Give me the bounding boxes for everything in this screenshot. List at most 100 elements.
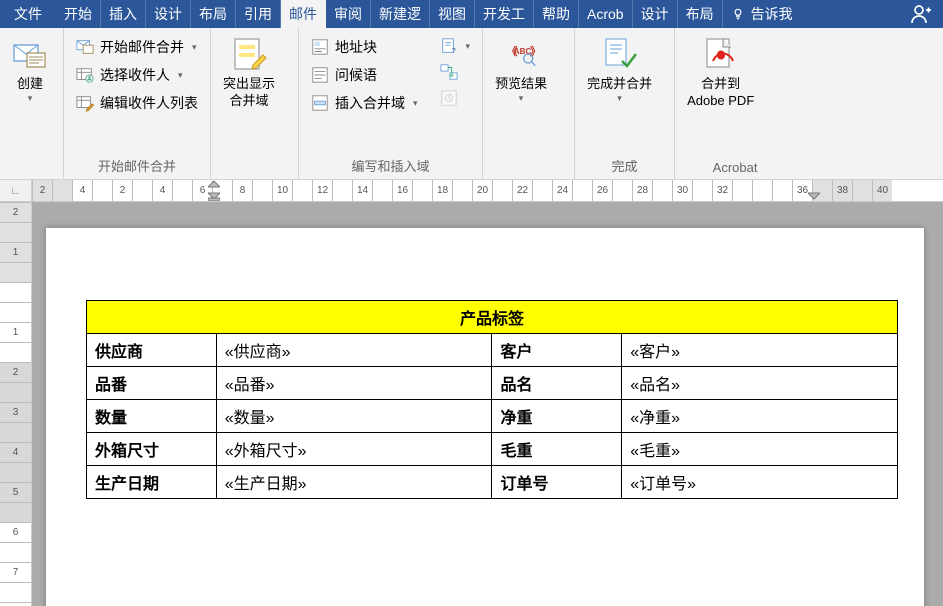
ruler-tick	[752, 180, 772, 201]
tab-developer[interactable]: 开发工	[475, 0, 534, 28]
tab-review[interactable]: 审阅	[326, 0, 371, 28]
horizontal-ruler[interactable]: 242468101214161820222426283032363840	[32, 180, 943, 202]
row-merge-field-left[interactable]: «生产日期»	[216, 466, 492, 499]
group-write-label: 编写和插入域	[305, 153, 476, 179]
page[interactable]: 产品标签 供应商«供应商»客户«客户»品番«品番»品名«品名»数量«数量»净重«…	[46, 228, 924, 606]
select-recipients-button[interactable]: 选择收件人 ▾	[72, 62, 202, 88]
highlight-merge-fields-button[interactable]: 突出显示 合并域	[217, 32, 281, 114]
tab-view[interactable]: 视图	[430, 0, 475, 28]
ruler-tick	[372, 180, 392, 201]
ruler-tick	[852, 180, 872, 201]
vertical-ruler[interactable]: 21123456789	[0, 202, 32, 606]
address-block-button[interactable]: 地址块	[307, 34, 422, 60]
caret-icon: ▾	[466, 41, 471, 52]
greeting-icon	[311, 66, 329, 84]
tab-table-design[interactable]: 设计	[633, 0, 678, 28]
create-button[interactable]: 创建 ▾	[6, 32, 54, 109]
tab-design[interactable]: 设计	[146, 0, 191, 28]
row-merge-field-left[interactable]: «外箱尺寸»	[216, 433, 492, 466]
ruler-tick	[0, 462, 31, 482]
spacer	[801, 0, 909, 28]
tab-help[interactable]: 帮助	[534, 0, 579, 28]
edit-recipients-label: 编辑收件人列表	[100, 93, 198, 113]
tab-table-layout[interactable]: 布局	[678, 0, 723, 28]
update-labels-button[interactable]	[436, 86, 475, 110]
match-fields-button[interactable]	[436, 60, 475, 84]
ruler-tick	[492, 180, 512, 201]
ruler-tick	[412, 180, 432, 201]
envelope-icon	[12, 36, 48, 72]
ruler-tick: 8	[0, 602, 31, 606]
group-highlight-label	[217, 172, 292, 179]
row-label-right: 订单号	[492, 466, 622, 499]
merge-pdf-label: 合并到 Adobe PDF	[687, 76, 754, 110]
tab-file[interactable]: 文件	[0, 0, 56, 28]
svg-text:?: ?	[451, 46, 455, 55]
rules-button[interactable]: ? ▾	[436, 34, 475, 58]
caret-icon: ▾	[617, 93, 622, 105]
group-finish: 完成并合并 ▾ 完成	[575, 28, 675, 179]
tab-acrobat[interactable]: Acrob	[579, 0, 633, 28]
tab-newbuild[interactable]: 新建逻	[371, 0, 430, 28]
row-label-right: 毛重	[492, 433, 622, 466]
indent-marker-icon[interactable]	[208, 181, 220, 201]
start-mail-merge-label: 开始邮件合并	[100, 37, 184, 57]
ruler-tick: 2	[32, 180, 52, 201]
insert-merge-field-button[interactable]: 插入合并域 ▾	[307, 90, 422, 116]
ruler-tick	[612, 180, 632, 201]
edit-list-icon	[76, 94, 94, 112]
ruler-tick: 38	[832, 180, 852, 201]
user-icon[interactable]	[909, 2, 933, 26]
ruler-tick	[292, 180, 312, 201]
row-merge-field-left[interactable]: «数量»	[216, 400, 492, 433]
mail-merge-icon	[76, 38, 94, 56]
ruler-tick	[0, 262, 31, 282]
ruler-tick: 32	[712, 180, 732, 201]
row-merge-field-right[interactable]: «品名»	[622, 367, 898, 400]
pdf-icon	[703, 36, 739, 72]
rules-icon: ?	[440, 37, 458, 55]
table-row: 外箱尺寸«外箱尺寸»毛重«毛重»	[87, 433, 898, 466]
row-merge-field-right[interactable]: «净重»	[622, 400, 898, 433]
row-merge-field-left[interactable]: «供应商»	[216, 334, 492, 367]
tell-me-search[interactable]: 告诉我	[723, 0, 801, 28]
tab-layout[interactable]: 布局	[191, 0, 236, 28]
ruler-tick	[0, 542, 31, 562]
ruler-tick	[532, 180, 552, 201]
row-merge-field-left[interactable]: «品番»	[216, 367, 492, 400]
row-merge-field-right[interactable]: «订单号»	[622, 466, 898, 499]
tab-mailings[interactable]: 邮件	[281, 0, 326, 28]
ruler-tick: 4	[72, 180, 92, 201]
merge-to-pdf-button[interactable]: 合并到 Adobe PDF	[681, 32, 760, 114]
ruler-tick	[52, 180, 72, 201]
greeting-line-button[interactable]: 问候语	[307, 62, 422, 88]
group-finish-label: 完成	[581, 153, 668, 179]
create-label: 创建	[17, 76, 43, 93]
right-indent-marker-icon[interactable]	[808, 191, 820, 201]
finish-merge-button[interactable]: 完成并合并 ▾	[581, 32, 658, 109]
ruler-tick: 20	[472, 180, 492, 201]
ruler-tick	[0, 222, 31, 242]
ruler-tick: 18	[432, 180, 452, 201]
ruler-tick	[0, 502, 31, 522]
group-acrobat: 合并到 Adobe PDF Acrobat	[675, 28, 795, 179]
row-label-right: 客户	[492, 334, 622, 367]
ruler-corner: ∟	[0, 180, 32, 202]
ruler-tick: 2	[112, 180, 132, 201]
tab-references[interactable]: 引用	[236, 0, 281, 28]
tab-insert[interactable]: 插入	[101, 0, 146, 28]
ruler-tick	[252, 180, 272, 201]
row-merge-field-right[interactable]: «毛重»	[622, 433, 898, 466]
ruler-tick: 3	[0, 402, 31, 422]
start-mail-merge-button[interactable]: 开始邮件合并 ▾	[72, 34, 202, 60]
row-label-left: 品番	[87, 367, 217, 400]
ruler-tick	[132, 180, 152, 201]
product-label-table[interactable]: 产品标签 供应商«供应商»客户«客户»品番«品番»品名«品名»数量«数量»净重«…	[86, 300, 898, 499]
preview-results-button[interactable]: 《ABC》 预览结果 ▾	[489, 32, 553, 109]
edit-recipients-button[interactable]: 编辑收件人列表	[72, 90, 202, 116]
recipients-icon	[76, 66, 94, 84]
preview-label: 预览结果	[495, 76, 547, 93]
tab-home[interactable]: 开始	[56, 0, 101, 28]
row-merge-field-right[interactable]: «客户»	[622, 334, 898, 367]
group-preview: 《ABC》 预览结果 ▾	[483, 28, 575, 179]
